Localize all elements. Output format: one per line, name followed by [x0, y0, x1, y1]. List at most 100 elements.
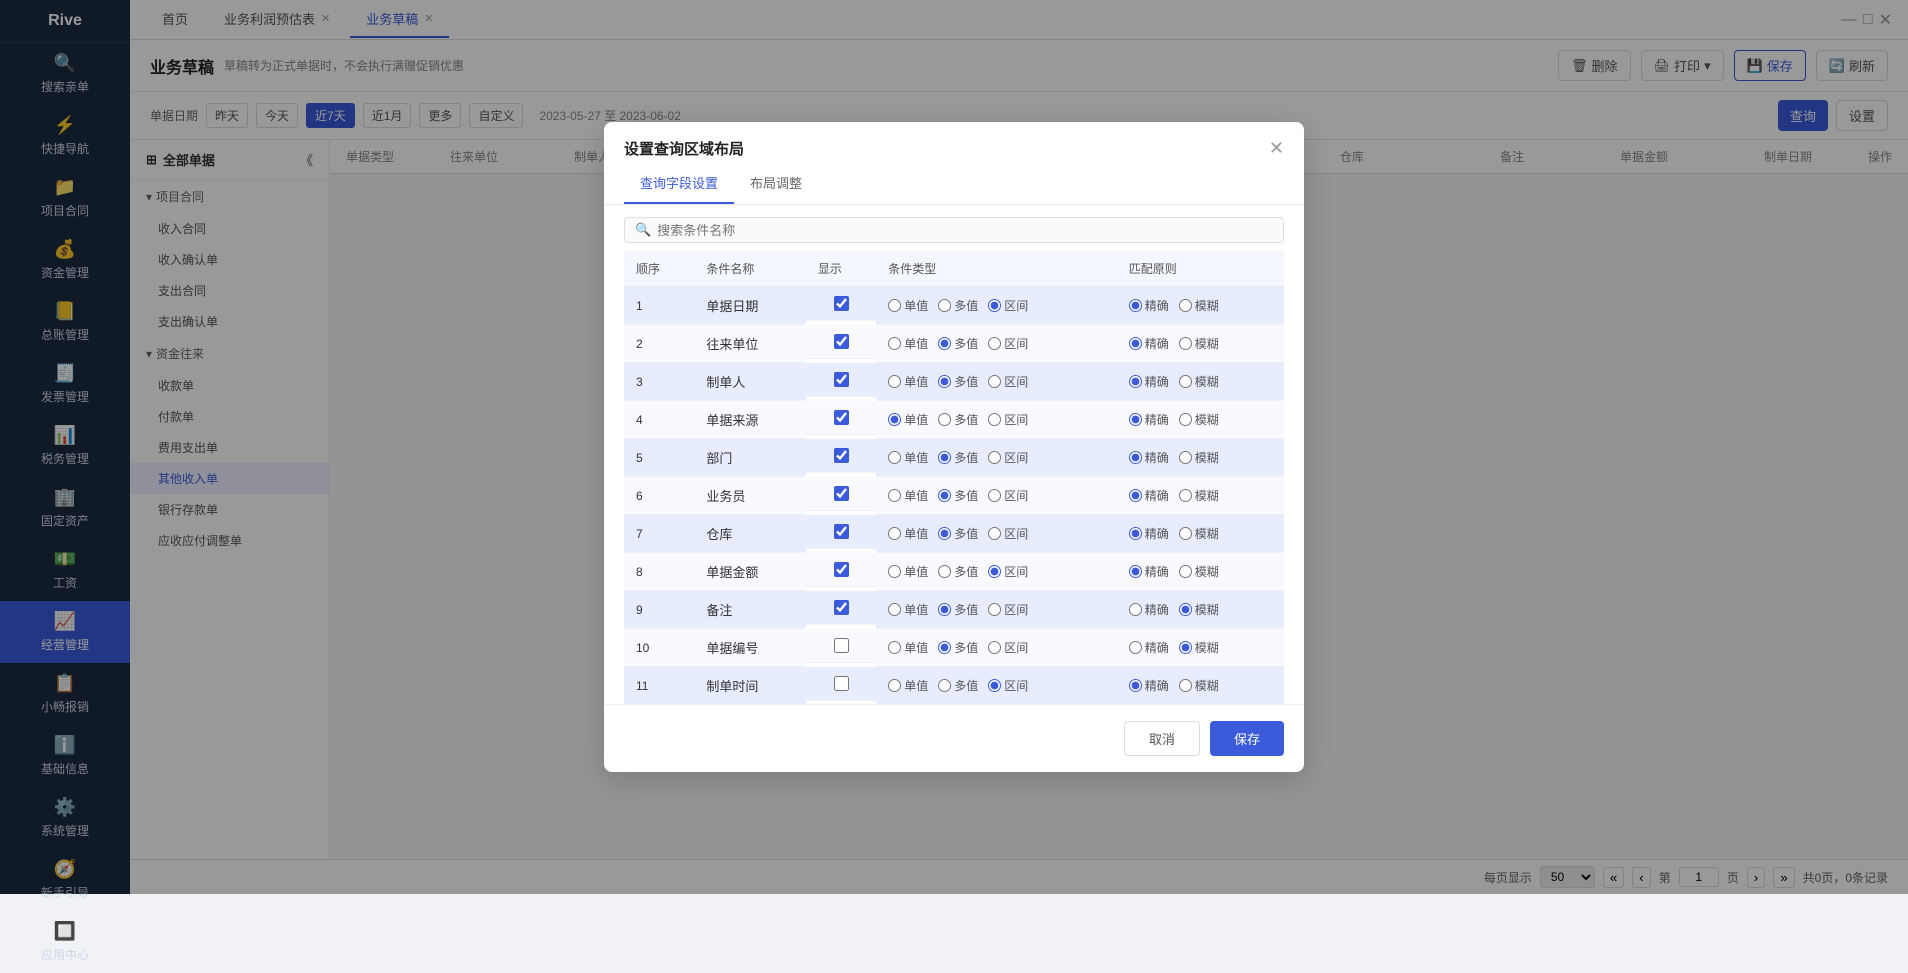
table-row: 10单据编号单值多值区间精确模糊 [624, 629, 1284, 667]
radio-match-exact[interactable] [1129, 413, 1142, 426]
radio-type-multi[interactable] [938, 337, 951, 350]
radio-type-single[interactable] [888, 679, 901, 692]
cell-order: 2 [624, 325, 694, 363]
modal-overlay: 设置查询区域布局 ✕ 查询字段设置 布局调整 🔍 顺序 条件名称 显示 [0, 0, 1908, 894]
display-checkbox[interactable] [834, 334, 849, 349]
radio-type-single[interactable] [888, 299, 901, 312]
radio-match-fuzzy[interactable] [1179, 413, 1192, 426]
cell-display [806, 363, 876, 397]
radio-type-range[interactable] [988, 679, 1001, 692]
radio-type-single[interactable] [888, 489, 901, 502]
table-row: 11制单时间单值多值区间精确模糊 [624, 667, 1284, 705]
cell-condition-name: 单据金额 [694, 553, 805, 591]
cell-match: 精确模糊 [1117, 591, 1284, 629]
radio-match-exact[interactable] [1129, 299, 1142, 312]
radio-type-multi[interactable] [938, 413, 951, 426]
radio-match-fuzzy[interactable] [1179, 375, 1192, 388]
cell-type: 单值多值区间 [876, 553, 1117, 591]
table-row: 6业务员单值多值区间精确模糊 [624, 477, 1284, 515]
radio-match-fuzzy[interactable] [1179, 641, 1192, 654]
radio-type-multi[interactable] [938, 375, 951, 388]
radio-type-multi[interactable] [938, 641, 951, 654]
radio-match-fuzzy[interactable] [1179, 565, 1192, 578]
radio-type-range[interactable] [988, 489, 1001, 502]
display-checkbox[interactable] [834, 600, 849, 615]
cell-match: 精确模糊 [1117, 439, 1284, 477]
modal-tab-query-fields[interactable]: 查询字段设置 [624, 163, 734, 204]
modal-search-area: 🔍 [604, 205, 1304, 251]
radio-type-range[interactable] [988, 527, 1001, 540]
modal-close-button[interactable]: ✕ [1269, 138, 1284, 159]
radio-type-single[interactable] [888, 565, 901, 578]
radio-match-exact[interactable] [1129, 337, 1142, 350]
display-checkbox[interactable] [834, 410, 849, 425]
modal-title: 设置查询区域布局 [624, 138, 744, 159]
cell-order: 5 [624, 439, 694, 477]
cancel-button[interactable]: 取消 [1124, 721, 1200, 756]
radio-type-range[interactable] [988, 375, 1001, 388]
radio-type-multi[interactable] [938, 565, 951, 578]
display-checkbox[interactable] [834, 676, 849, 691]
grid-icon: 🔲 [54, 921, 76, 942]
radio-type-range[interactable] [988, 299, 1001, 312]
display-checkbox[interactable] [834, 296, 849, 311]
radio-type-multi[interactable] [938, 299, 951, 312]
sidebar-item-appstore[interactable]: 🔲 应用中心 [0, 911, 130, 973]
radio-type-single[interactable] [888, 451, 901, 464]
cell-type: 单值多值区间 [876, 477, 1117, 515]
display-checkbox[interactable] [834, 638, 849, 653]
radio-type-range[interactable] [988, 641, 1001, 654]
radio-type-multi[interactable] [938, 603, 951, 616]
radio-match-fuzzy[interactable] [1179, 337, 1192, 350]
radio-type-multi[interactable] [938, 489, 951, 502]
cell-condition-name: 往来单位 [694, 325, 805, 363]
radio-match-exact[interactable] [1129, 641, 1142, 654]
cell-type: 单值多值区间 [876, 439, 1117, 477]
cell-match: 精确模糊 [1117, 287, 1284, 325]
radio-match-exact[interactable] [1129, 527, 1142, 540]
cell-display [806, 591, 876, 625]
radio-match-fuzzy[interactable] [1179, 603, 1192, 616]
radio-match-exact[interactable] [1129, 603, 1142, 616]
display-checkbox[interactable] [834, 524, 849, 539]
radio-type-multi[interactable] [938, 527, 951, 540]
radio-type-multi[interactable] [938, 679, 951, 692]
search-input-wrap: 🔍 [624, 217, 1284, 243]
radio-type-multi[interactable] [938, 451, 951, 464]
radio-match-fuzzy[interactable] [1179, 527, 1192, 540]
display-checkbox[interactable] [834, 562, 849, 577]
modal-save-button[interactable]: 保存 [1210, 721, 1284, 756]
display-checkbox[interactable] [834, 448, 849, 463]
cell-display [806, 515, 876, 549]
radio-match-fuzzy[interactable] [1179, 489, 1192, 502]
modal-footer: 取消 保存 [604, 704, 1304, 772]
radio-match-exact[interactable] [1129, 489, 1142, 502]
radio-type-single[interactable] [888, 527, 901, 540]
modal-tab-layout[interactable]: 布局调整 [734, 163, 818, 204]
radio-type-range[interactable] [988, 603, 1001, 616]
cell-type: 单值多值区间 [876, 629, 1117, 667]
cell-condition-name: 部门 [694, 439, 805, 477]
radio-match-fuzzy[interactable] [1179, 451, 1192, 464]
radio-type-single[interactable] [888, 375, 901, 388]
modal-dialog: 设置查询区域布局 ✕ 查询字段设置 布局调整 🔍 顺序 条件名称 显示 [604, 122, 1304, 772]
radio-match-exact[interactable] [1129, 679, 1142, 692]
display-checkbox[interactable] [834, 486, 849, 501]
radio-match-fuzzy[interactable] [1179, 299, 1192, 312]
radio-type-range[interactable] [988, 451, 1001, 464]
display-checkbox[interactable] [834, 372, 849, 387]
cell-type: 单值多值区间 [876, 515, 1117, 553]
radio-match-exact[interactable] [1129, 451, 1142, 464]
radio-type-single[interactable] [888, 337, 901, 350]
radio-type-single[interactable] [888, 603, 901, 616]
radio-match-exact[interactable] [1129, 565, 1142, 578]
radio-match-exact[interactable] [1129, 375, 1142, 388]
radio-type-range[interactable] [988, 413, 1001, 426]
radio-type-single[interactable] [888, 641, 901, 654]
th-name: 条件名称 [694, 251, 805, 287]
radio-type-range[interactable] [988, 337, 1001, 350]
radio-type-range[interactable] [988, 565, 1001, 578]
radio-match-fuzzy[interactable] [1179, 679, 1192, 692]
radio-type-single[interactable] [888, 413, 901, 426]
modal-search-input[interactable] [657, 223, 857, 238]
